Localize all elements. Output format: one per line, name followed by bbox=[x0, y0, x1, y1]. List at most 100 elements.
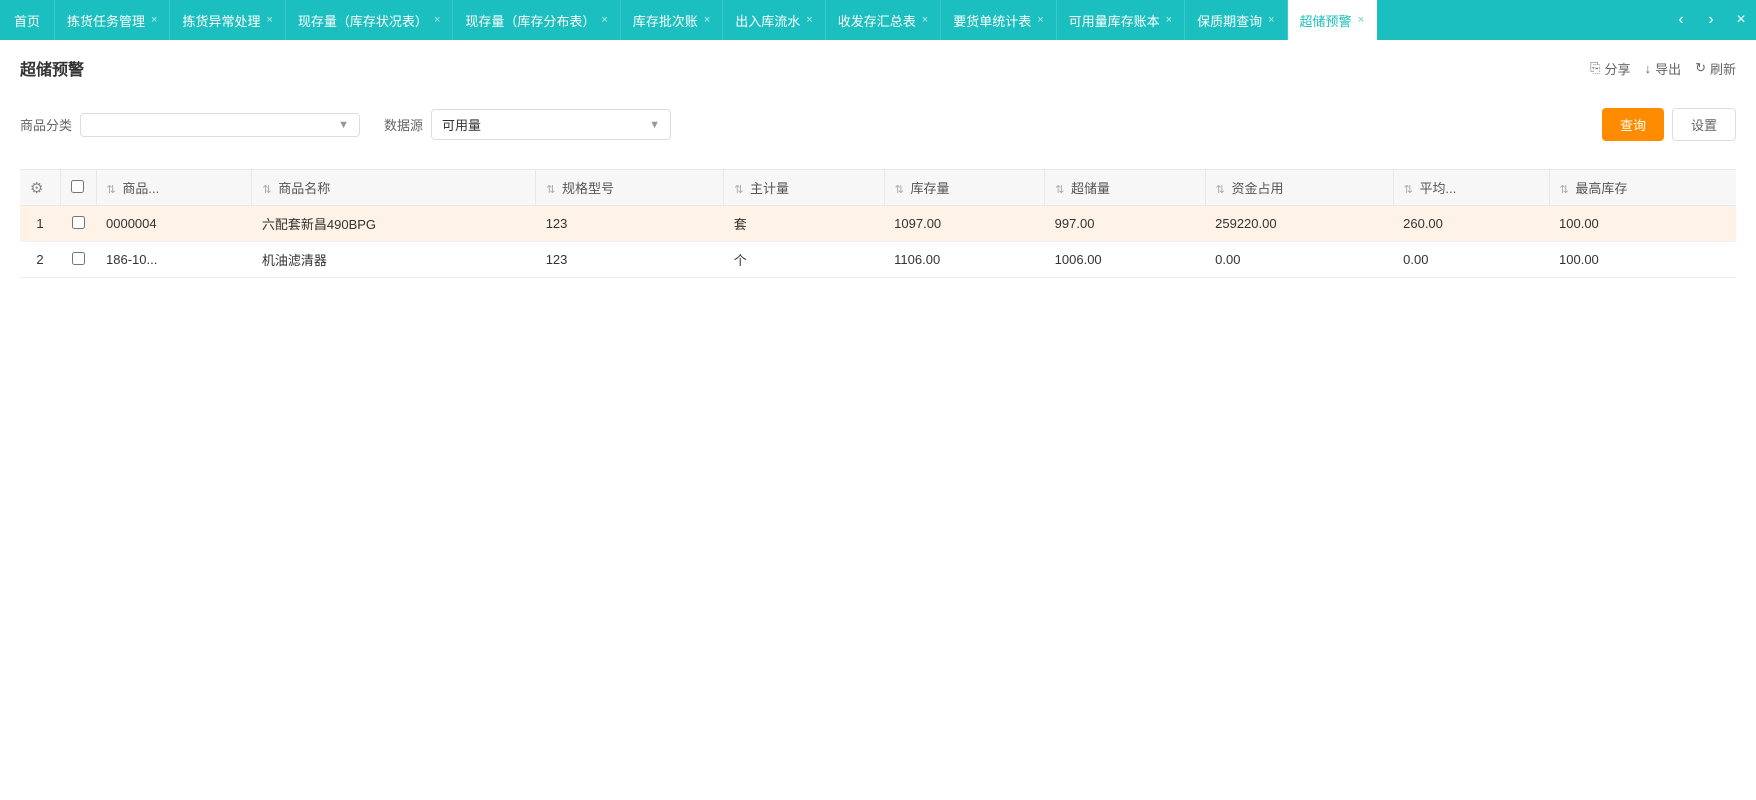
tab-2[interactable]: 拣货异常处理 × bbox=[170, 0, 285, 40]
spec-1: 123 bbox=[536, 206, 724, 242]
share-icon: ⎘ bbox=[1590, 60, 1600, 76]
product-name-2: 机油滤清器 bbox=[252, 242, 536, 278]
category-filter: 商品分类 ▼ bbox=[20, 113, 360, 137]
close-tab-11[interactable]: × bbox=[1358, 14, 1364, 26]
tab-3[interactable]: 现存量（库存状况表） × bbox=[286, 0, 453, 40]
col-stock[interactable]: ⇅ 库存量 bbox=[884, 170, 1044, 206]
tab-4[interactable]: 现存量（库存分布表） × bbox=[453, 0, 620, 40]
main-content: 超储预警 ⎘ 分享 ↓ 导出 ↻ 刷新 商品分类 ▼ 数据源 bbox=[0, 40, 1756, 800]
maxstock-2: 100.00 bbox=[1549, 242, 1736, 278]
unit-2: 个 bbox=[724, 242, 884, 278]
home-tab[interactable]: 首页 bbox=[0, 0, 55, 40]
col-max-stock[interactable]: ⇅ 最高库存 bbox=[1549, 170, 1736, 206]
tab-5[interactable]: 库存批次账 × bbox=[621, 0, 723, 40]
row-select-1[interactable] bbox=[72, 216, 85, 229]
capital-2: 0.00 bbox=[1205, 242, 1393, 278]
sort-product-name-icon: ⇅ bbox=[262, 184, 271, 196]
col-gear[interactable]: ⚙ bbox=[20, 170, 60, 206]
category-select[interactable]: ▼ bbox=[80, 113, 360, 137]
tab-11[interactable]: 超储预警 × bbox=[1288, 0, 1377, 40]
close-tab-5[interactable]: × bbox=[704, 14, 710, 26]
stock-1: 1097.00 bbox=[884, 206, 1044, 242]
overstock-1: 997.00 bbox=[1045, 206, 1205, 242]
row-checkbox-2[interactable] bbox=[60, 242, 96, 278]
col-over-stock[interactable]: ⇅ 超储量 bbox=[1045, 170, 1205, 206]
close-tab-2[interactable]: × bbox=[266, 14, 272, 26]
export-button[interactable]: ↓ 导出 bbox=[1645, 59, 1682, 78]
col-product-code[interactable]: ⇅ 商品... bbox=[96, 170, 252, 206]
row-num-2: 2 bbox=[20, 242, 60, 278]
close-tab-7[interactable]: × bbox=[922, 14, 928, 26]
tab-8[interactable]: 要货单统计表 × bbox=[941, 0, 1056, 40]
data-table: ⚙ ⇅ 商品... ⇅ 商品名称 ⇅ 规格型号 ⇅ bbox=[20, 169, 1736, 278]
avg-1: 260.00 bbox=[1393, 206, 1549, 242]
table-row: 1 0000004 六配套新昌490BPG 123 套 1097.00 997.… bbox=[20, 206, 1736, 242]
row-select-2[interactable] bbox=[72, 252, 85, 265]
category-label: 商品分类 bbox=[20, 115, 72, 134]
col-checkbox-header[interactable] bbox=[60, 170, 96, 206]
datasource-chevron-icon: ▼ bbox=[649, 119, 660, 131]
col-spec[interactable]: ⇅ 规格型号 bbox=[536, 170, 724, 206]
close-tab-4[interactable]: × bbox=[601, 14, 607, 26]
overstock-2: 1006.00 bbox=[1045, 242, 1205, 278]
row-checkbox-1[interactable] bbox=[60, 206, 96, 242]
table-header-row: ⚙ ⇅ 商品... ⇅ 商品名称 ⇅ 规格型号 ⇅ bbox=[20, 170, 1736, 206]
top-nav: 首页 拣货任务管理 × 拣货异常处理 × 现存量（库存状况表） × 现存量（库存… bbox=[0, 0, 1756, 40]
select-all-checkbox[interactable] bbox=[71, 180, 84, 193]
settings-button[interactable]: 设置 bbox=[1672, 108, 1736, 141]
nav-close-btn[interactable]: × bbox=[1726, 0, 1756, 40]
query-button[interactable]: 查询 bbox=[1602, 108, 1664, 141]
close-tab-9[interactable]: × bbox=[1166, 14, 1172, 26]
col-product-name[interactable]: ⇅ 商品名称 bbox=[252, 170, 536, 206]
sort-maxstock-icon: ⇅ bbox=[1560, 184, 1569, 196]
share-button[interactable]: ⎘ 分享 bbox=[1590, 59, 1630, 78]
close-tab-10[interactable]: × bbox=[1268, 14, 1274, 26]
close-tab-1[interactable]: × bbox=[151, 14, 157, 26]
col-unit[interactable]: ⇅ 主计量 bbox=[724, 170, 884, 206]
datasource-select[interactable]: 可用量 ▼ bbox=[431, 109, 671, 140]
tab-9[interactable]: 可用量库存账本 × bbox=[1057, 0, 1185, 40]
product-code-1: 0000004 bbox=[96, 206, 252, 242]
capital-1: 259220.00 bbox=[1205, 206, 1393, 242]
datasource-filter: 数据源 可用量 ▼ bbox=[384, 109, 671, 140]
col-capital[interactable]: ⇅ 资金占用 bbox=[1205, 170, 1393, 206]
sort-spec-icon: ⇅ bbox=[546, 184, 555, 196]
avg-2: 0.00 bbox=[1393, 242, 1549, 278]
page-header: 超储预警 ⎘ 分享 ↓ 导出 ↻ 刷新 bbox=[20, 56, 1736, 80]
unit-1: 套 bbox=[724, 206, 884, 242]
nav-arrows: ‹ › × bbox=[1666, 0, 1756, 40]
export-icon: ↓ bbox=[1645, 61, 1652, 76]
sort-unit-icon: ⇅ bbox=[734, 184, 743, 196]
page-title: 超储预警 bbox=[20, 56, 84, 80]
refresh-icon: ↻ bbox=[1695, 60, 1706, 76]
sort-product-code-icon: ⇅ bbox=[107, 184, 116, 196]
datasource-label: 数据源 bbox=[384, 115, 423, 134]
tab-1[interactable]: 拣货任务管理 × bbox=[55, 0, 170, 40]
spec-2: 123 bbox=[536, 242, 724, 278]
sort-capital-icon: ⇅ bbox=[1216, 184, 1225, 196]
filter-area: 商品分类 ▼ 数据源 可用量 ▼ 查询 设置 bbox=[20, 96, 1736, 153]
maxstock-1: 100.00 bbox=[1549, 206, 1736, 242]
close-tab-8[interactable]: × bbox=[1037, 14, 1043, 26]
sort-overstock-icon: ⇅ bbox=[1055, 184, 1064, 196]
col-avg[interactable]: ⇅ 平均... bbox=[1393, 170, 1549, 206]
datasource-value: 可用量 bbox=[442, 115, 481, 134]
close-tab-3[interactable]: × bbox=[434, 14, 440, 26]
nav-left-btn[interactable]: ‹ bbox=[1666, 0, 1696, 40]
product-name-1: 六配套新昌490BPG bbox=[252, 206, 536, 242]
stock-2: 1106.00 bbox=[884, 242, 1044, 278]
close-tab-6[interactable]: × bbox=[806, 14, 812, 26]
category-chevron-icon: ▼ bbox=[338, 119, 349, 131]
product-code-2: 186-10... bbox=[96, 242, 252, 278]
header-actions: ⎘ 分享 ↓ 导出 ↻ 刷新 bbox=[1590, 59, 1736, 78]
row-num-1: 1 bbox=[20, 206, 60, 242]
sort-stock-icon: ⇅ bbox=[895, 184, 904, 196]
nav-right-btn[interactable]: › bbox=[1696, 0, 1726, 40]
refresh-button[interactable]: ↻ 刷新 bbox=[1695, 59, 1736, 78]
tab-7[interactable]: 收发存汇总表 × bbox=[826, 0, 941, 40]
gear-icon[interactable]: ⚙ bbox=[30, 180, 43, 197]
tab-6[interactable]: 出入库流水 × bbox=[723, 0, 825, 40]
table-row: 2 186-10... 机油滤清器 123 个 1106.00 1006.00 … bbox=[20, 242, 1736, 278]
filter-actions: 查询 设置 bbox=[1602, 108, 1736, 141]
tab-10[interactable]: 保质期查询 × bbox=[1185, 0, 1287, 40]
